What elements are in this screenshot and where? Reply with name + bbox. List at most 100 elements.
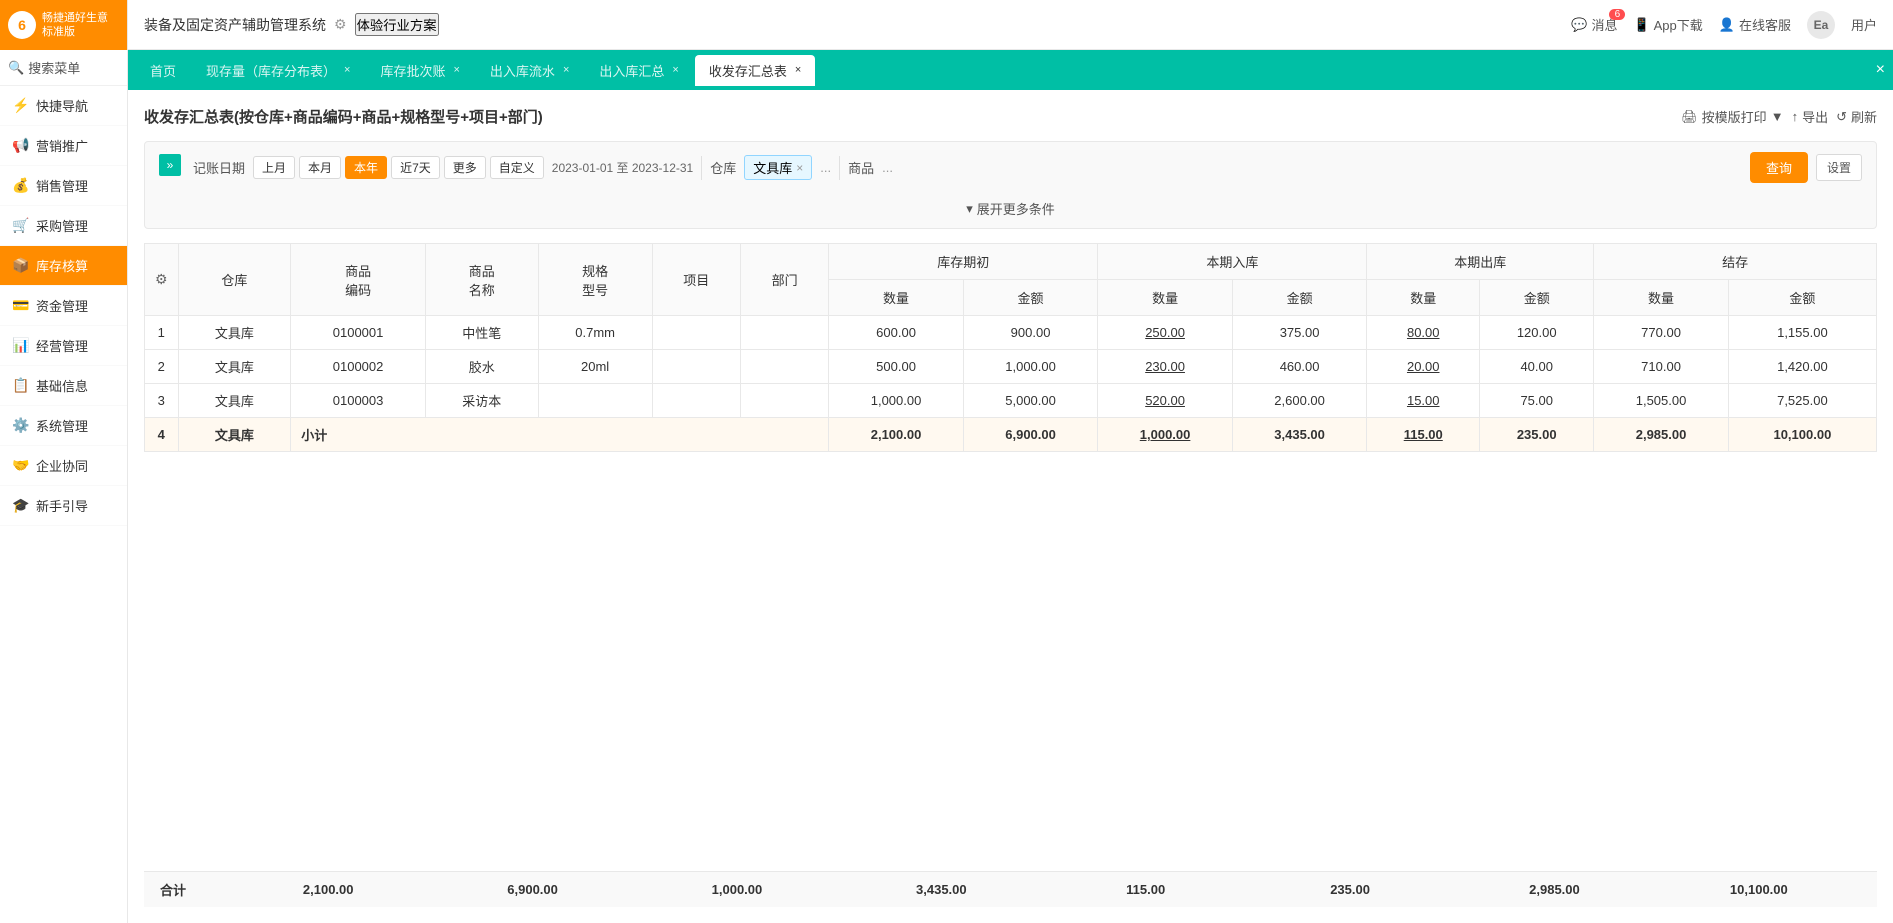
col-header-out: 本期出库 bbox=[1367, 244, 1594, 280]
tab-receive-summary[interactable]: 收发存汇总表 × bbox=[695, 55, 815, 86]
logo-icon: 6 bbox=[8, 11, 36, 39]
top-bar-right: 💬 6 消息 📱 App下载 👤 在线客服 Ea 用户 bbox=[1571, 11, 1877, 39]
row1-goods-name: 中性笔 bbox=[425, 316, 538, 350]
row3-out-qty[interactable]: 15.00 bbox=[1367, 384, 1480, 418]
sidebar-item-guide[interactable]: 🎓 新手引导 bbox=[0, 486, 127, 526]
row2-closing-amt: 1,420.00 bbox=[1728, 350, 1876, 384]
table-gear-icon[interactable]: ⚙ bbox=[155, 271, 168, 287]
row2-project bbox=[652, 350, 740, 384]
sidebar-item-finance[interactable]: 💳 资金管理 bbox=[0, 286, 127, 326]
tab-close-inout-summary[interactable]: × bbox=[672, 64, 678, 76]
table-row: 3 文具库 0100003 采访本 1,000.00 5,000.00 520.… bbox=[145, 384, 1877, 418]
subtotal-label: 小计 bbox=[291, 418, 829, 452]
col-header-warehouse: 仓库 bbox=[178, 244, 291, 316]
warehouse-tag: 文具库 × bbox=[744, 155, 812, 180]
user-name[interactable]: 用户 bbox=[1851, 15, 1877, 34]
row2-in-amt: 460.00 bbox=[1232, 350, 1367, 384]
tab-home[interactable]: 首页 bbox=[136, 55, 190, 86]
table-settings-header[interactable]: ⚙ bbox=[145, 244, 179, 316]
sidebar-item-purchase[interactable]: 🛒 采购管理 bbox=[0, 206, 127, 246]
tab-inventory-dist[interactable]: 现存量（库存分布表） × bbox=[192, 55, 364, 86]
col-header-goods-code: 商品编码 bbox=[291, 244, 426, 316]
row3-in-qty[interactable]: 520.00 bbox=[1098, 384, 1233, 418]
total-opening-qty: 2,100.00 bbox=[226, 882, 430, 897]
online-service-button[interactable]: 👤 在线客服 bbox=[1719, 15, 1791, 34]
total-opening-amt: 6,900.00 bbox=[430, 882, 634, 897]
user-avatar[interactable]: Ea bbox=[1807, 11, 1835, 39]
col-header-out-qty: 数量 bbox=[1367, 280, 1480, 316]
tab-close-inout-flow[interactable]: × bbox=[563, 64, 569, 76]
settings-gear-icon[interactable]: ⚙ bbox=[334, 16, 347, 33]
refresh-button[interactable]: ↺ 刷新 bbox=[1836, 107, 1877, 126]
col-header-out-amt: 金额 bbox=[1480, 280, 1594, 316]
page-header: 收发存汇总表(按仓库+商品编码+商品+规格型号+项目+部门) 🖨 按模版打印 ▼… bbox=[144, 106, 1877, 127]
bottom-bar: 合计 2,100.00 6,900.00 1,000.00 3,435.00 1… bbox=[144, 871, 1877, 907]
sidebar-item-enterprise[interactable]: 🤝 企业协同 bbox=[0, 446, 127, 486]
tab-close-batch-ledger[interactable]: × bbox=[453, 64, 459, 76]
col-header-closing-amt: 金额 bbox=[1728, 280, 1876, 316]
expand-more-button[interactable]: ▾ 展开更多条件 bbox=[159, 199, 1862, 218]
subtotal-opening-qty: 2,100.00 bbox=[829, 418, 964, 452]
row3-opening-qty: 1,000.00 bbox=[829, 384, 964, 418]
row2-out-qty[interactable]: 20.00 bbox=[1367, 350, 1480, 384]
subtotal-closing-amt: 10,100.00 bbox=[1728, 418, 1876, 452]
sidebar-item-system[interactable]: ⚙️ 系统管理 bbox=[0, 406, 127, 446]
system-title: 装备及固定资产辅助管理系统 bbox=[144, 15, 326, 35]
data-table: ⚙ 仓库 商品编码 商品名称 规格型号 项目 部门 库存期初 本期入库 本期出库… bbox=[144, 243, 1877, 452]
sidebar-item-inventory[interactable]: 📦 库存核算 bbox=[0, 246, 127, 286]
row2-opening-amt: 1,000.00 bbox=[963, 350, 1098, 384]
date-btn-more[interactable]: 更多 bbox=[444, 156, 486, 179]
guide-icon: 🎓 bbox=[12, 497, 30, 515]
total-values: 2,100.00 6,900.00 1,000.00 3,435.00 115.… bbox=[226, 882, 1861, 897]
experience-button[interactable]: 体验行业方案 bbox=[355, 13, 439, 36]
message-icon: 💬 bbox=[1571, 17, 1587, 33]
print-icon: 🖨 bbox=[1681, 109, 1698, 125]
tab-batch-ledger[interactable]: 库存批次账 × bbox=[366, 55, 473, 86]
subtotal-no: 4 bbox=[145, 418, 179, 452]
row2-warehouse: 文具库 bbox=[178, 350, 291, 384]
main-area: 装备及固定资产辅助管理系统 ⚙ 体验行业方案 💬 6 消息 📱 App下载 👤 … bbox=[128, 0, 1893, 923]
date-btn-this-year[interactable]: 本年 bbox=[345, 156, 387, 179]
sidebar-item-sales[interactable]: 💰 销售管理 bbox=[0, 166, 127, 206]
filter-settings-button[interactable]: 设置 bbox=[1816, 154, 1862, 181]
message-badge: 6 bbox=[1609, 9, 1625, 20]
date-btn-custom[interactable]: 自定义 bbox=[490, 156, 544, 179]
warehouse-remove-icon[interactable]: × bbox=[796, 161, 803, 175]
row1-out-qty[interactable]: 80.00 bbox=[1367, 316, 1480, 350]
row1-in-qty[interactable]: 250.00 bbox=[1098, 316, 1233, 350]
row1-dept bbox=[740, 316, 828, 350]
filter-bar: » 记账日期 上月 本月 本年 近7天 更多 自定义 2023-01-01 至 … bbox=[144, 141, 1877, 229]
row1-closing-qty: 770.00 bbox=[1594, 316, 1729, 350]
col-header-dept: 部门 bbox=[740, 244, 828, 316]
row3-closing-qty: 1,505.00 bbox=[1594, 384, 1729, 418]
warehouse-more-button[interactable]: ... bbox=[820, 160, 831, 175]
filter-toggle-button[interactable]: » bbox=[159, 154, 181, 176]
print-button[interactable]: 🖨 按模版打印 ▼ bbox=[1681, 107, 1783, 126]
app-download-button[interactable]: 📱 App下载 bbox=[1633, 15, 1702, 34]
col-header-opening: 库存期初 bbox=[829, 244, 1098, 280]
sidebar-item-operation[interactable]: 📊 经营管理 bbox=[0, 326, 127, 366]
date-btn-this-month[interactable]: 本月 bbox=[299, 156, 341, 179]
filter-divider-2 bbox=[839, 156, 840, 180]
col-header-project: 项目 bbox=[652, 244, 740, 316]
export-button[interactable]: ↑ 导出 bbox=[1792, 107, 1829, 126]
row2-in-qty[interactable]: 230.00 bbox=[1098, 350, 1233, 384]
marketing-icon: 📢 bbox=[12, 137, 30, 155]
date-btn-7days[interactable]: 近7天 bbox=[391, 156, 440, 179]
sidebar-item-base-info[interactable]: 📋 基础信息 bbox=[0, 366, 127, 406]
goods-more-button[interactable]: ... bbox=[882, 160, 893, 175]
date-btn-last-month[interactable]: 上月 bbox=[253, 156, 295, 179]
tab-inout-flow[interactable]: 出入库流水 × bbox=[476, 55, 583, 86]
row3-spec bbox=[538, 384, 652, 418]
message-button[interactable]: 💬 6 消息 bbox=[1571, 15, 1617, 34]
tab-close-receive-summary[interactable]: × bbox=[795, 64, 801, 76]
sidebar-item-marketing[interactable]: 📢 营销推广 bbox=[0, 126, 127, 166]
query-button[interactable]: 查询 bbox=[1750, 152, 1808, 183]
row2-out-amt: 40.00 bbox=[1480, 350, 1594, 384]
sidebar-item-quick-nav[interactable]: ⚡ 快捷导航 bbox=[0, 86, 127, 126]
tab-inout-summary[interactable]: 出入库汇总 × bbox=[585, 55, 692, 86]
tabs-close-all-button[interactable]: × bbox=[1876, 61, 1885, 79]
page-content: 收发存汇总表(按仓库+商品编码+商品+规格型号+项目+部门) 🖨 按模版打印 ▼… bbox=[128, 90, 1893, 923]
sidebar-search[interactable]: 🔍 搜索菜单 bbox=[0, 50, 127, 86]
tab-close-inventory-dist[interactable]: × bbox=[344, 64, 350, 76]
